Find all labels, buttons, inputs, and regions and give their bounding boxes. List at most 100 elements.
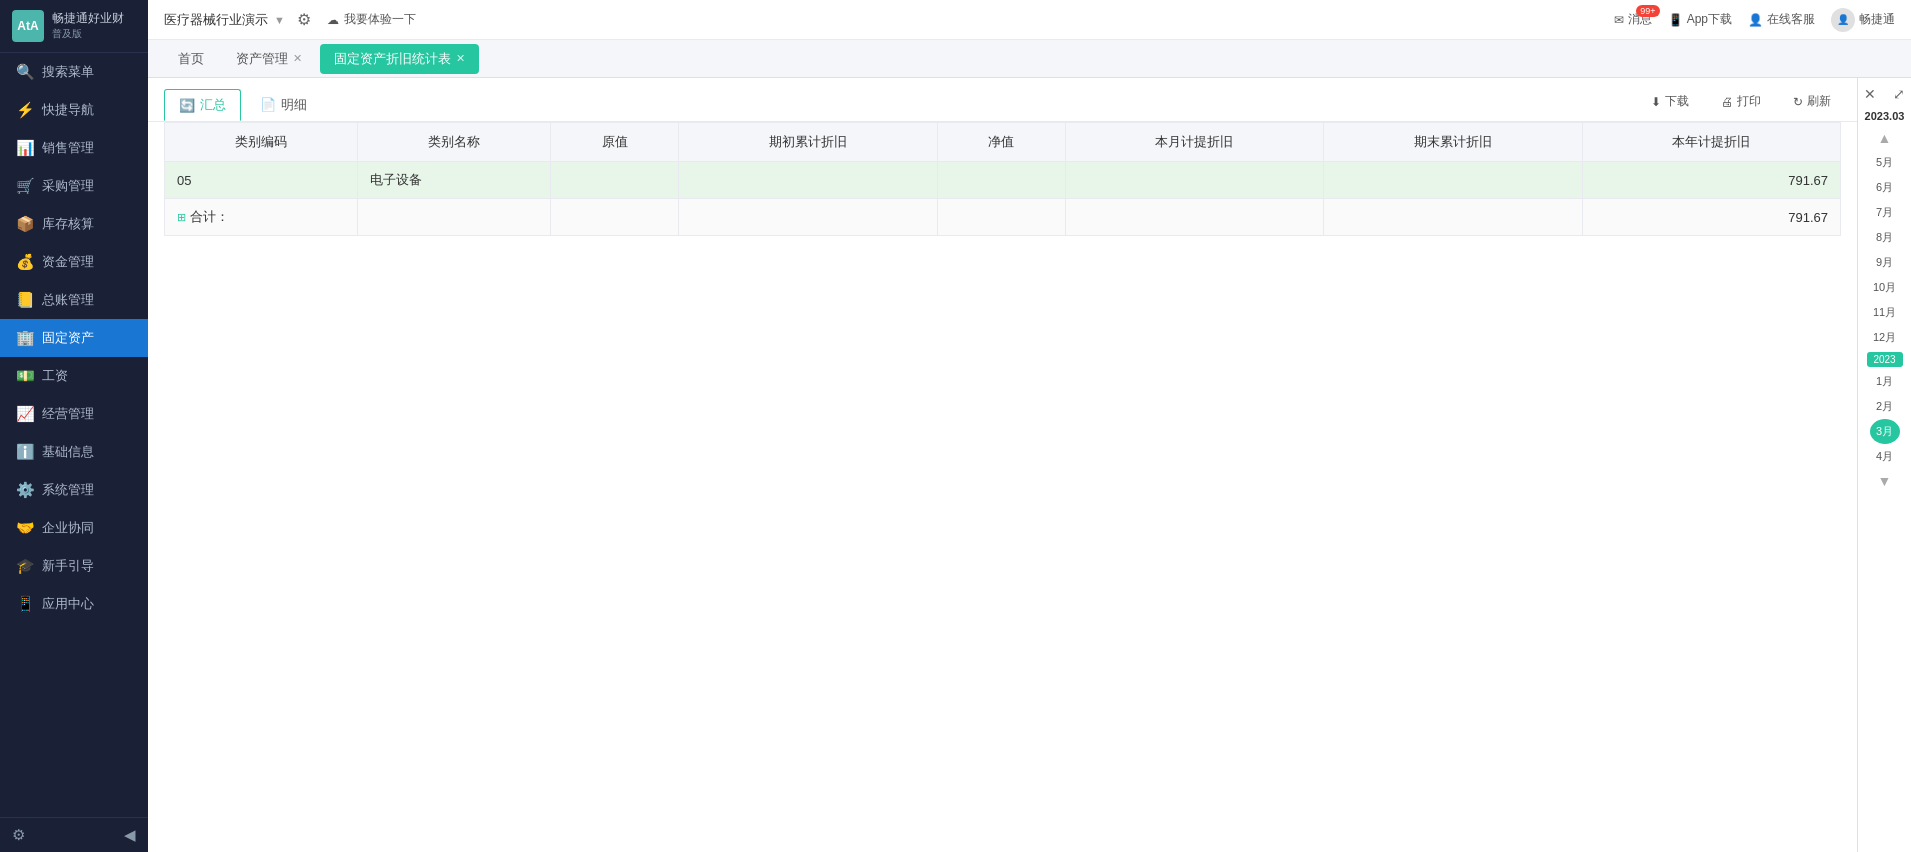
sidebar-item-app-center[interactable]: 📱 应用中心 <box>0 585 148 623</box>
sidebar-item-ledger[interactable]: 📒总账管理 <box>0 281 148 319</box>
tab-close-depreciation[interactable]: ✕ <box>456 52 465 65</box>
panel-close-icon[interactable]: ✕ <box>1864 86 1876 102</box>
month-item[interactable]: 1月 <box>1870 369 1900 394</box>
print-button[interactable]: 🖨 打印 <box>1711 88 1771 115</box>
month-item[interactable]: 12月 <box>1871 325 1898 350</box>
row-category-name: 电子设备 <box>358 162 551 199</box>
sidebar-item-funds[interactable]: 💰资金管理 <box>0 243 148 281</box>
summary-tab-label: 汇总 <box>200 96 226 114</box>
refresh-label: 刷新 <box>1807 93 1831 110</box>
funds-icon: 💰 <box>16 253 34 271</box>
sidebar-item-sales[interactable]: 📊销售管理 <box>0 129 148 167</box>
detail-tab-label: 明细 <box>281 96 307 114</box>
month-scroll-down[interactable]: ▼ <box>1874 469 1896 493</box>
sidebar-label-app-center: 应用中心 <box>42 595 94 613</box>
col-monthly-depr: 本月计提折旧 <box>1065 123 1323 162</box>
tabs-bar: 首页资产管理✕固定资产折旧统计表✕ <box>148 40 1911 78</box>
tab-asset-mgmt[interactable]: 资产管理✕ <box>222 44 316 74</box>
sidebar-label-fixed-assets: 固定资产 <box>42 329 94 347</box>
refresh-button[interactable]: ↻ 刷新 <box>1783 88 1841 115</box>
sidebar-label-cooperation: 企业协同 <box>42 519 94 537</box>
row-category-code: 05 <box>165 162 358 199</box>
tab-summary[interactable]: 🔄 汇总 <box>164 89 241 121</box>
user-menu[interactable]: 👤 畅捷通 <box>1831 8 1895 32</box>
panel-expand-icon[interactable]: ⤢ <box>1893 86 1905 102</box>
sidebar-item-search[interactable]: 🔍搜索菜单 <box>0 53 148 91</box>
service-icon: 👤 <box>1748 13 1763 27</box>
right-panel-header: ✕ ⤢ <box>1858 82 1911 106</box>
topbar-settings-icon[interactable]: ⚙ <box>297 10 311 29</box>
sidebar-item-guide[interactable]: 🎓新手引导 <box>0 547 148 585</box>
sidebar-item-system[interactable]: ⚙️系统管理 <box>0 471 148 509</box>
row-yearly-depr: 791.67 <box>1582 162 1840 199</box>
sidebar-label-basic-info: 基础信息 <box>42 443 94 461</box>
row-original-value <box>551 162 679 199</box>
month-item[interactable]: 4月 <box>1870 444 1900 469</box>
app-version: 普及版 <box>52 27 124 41</box>
sidebar-item-business[interactable]: 📈经营管理 <box>0 395 148 433</box>
table-wrapper: 类别编码 类别名称 原值 期初累计折旧 净值 本月计提折旧 期末累计折旧 本年计… <box>148 122 1857 236</box>
sidebar-item-purchase[interactable]: 🛒 采购管理 <box>0 167 148 205</box>
sidebar-label-search: 搜索菜单 <box>42 63 94 81</box>
sidebar-item-payroll[interactable]: 💵工资 <box>0 357 148 395</box>
messages-badge: 99+ <box>1636 5 1659 17</box>
app-download-button[interactable]: 📱 App下载 <box>1668 11 1732 28</box>
user-avatar: 👤 <box>1831 8 1855 32</box>
customer-service-button[interactable]: 👤 在线客服 <box>1748 11 1815 28</box>
tab-close-asset-mgmt[interactable]: ✕ <box>293 52 302 65</box>
month-item[interactable]: 2月 <box>1870 394 1900 419</box>
print-label: 打印 <box>1737 93 1761 110</box>
col-yearly-depr: 本年计提折旧 <box>1582 123 1840 162</box>
app-download-label: App下载 <box>1687 11 1732 28</box>
month-scroll-up[interactable]: ▲ <box>1874 126 1896 150</box>
panel-year-label: 2023.03 <box>1858 106 1911 126</box>
download-button[interactable]: ⬇ 下载 <box>1641 88 1699 115</box>
sidebar-label-system: 系统管理 <box>42 481 94 499</box>
tab-label-home: 首页 <box>178 50 204 68</box>
month-item[interactable]: 7月 <box>1871 200 1898 225</box>
sidebar-item-basic-info[interactable]: ℹ️基础信息 <box>0 433 148 471</box>
row-monthly-depr <box>1065 162 1323 199</box>
app-center-icon: 📱 <box>16 595 34 613</box>
company-name: 医疗器械行业演示 <box>164 11 268 29</box>
experience-label: 我要体验一下 <box>344 11 416 28</box>
table-row: 05 电子设备 791.67 <box>165 162 1841 199</box>
tab-home[interactable]: 首页 <box>164 44 218 74</box>
sidebar-item-fixed-assets[interactable]: 🏢 固定资产 <box>0 319 148 357</box>
month-item[interactable]: 3月 <box>1870 419 1900 444</box>
depreciation-table: 类别编码 类别名称 原值 期初累计折旧 净值 本月计提折旧 期末累计折旧 本年计… <box>164 122 1841 236</box>
collapse-icon[interactable]: ◀ <box>124 826 136 844</box>
sidebar-item-inventory[interactable]: 📦库存核算 <box>0 205 148 243</box>
tab-depreciation[interactable]: 固定资产折旧统计表✕ <box>320 44 479 74</box>
col-category-name: 类别名称 <box>358 123 551 162</box>
month-item[interactable]: 9月 <box>1871 250 1898 275</box>
messages-button[interactable]: ✉ 消息 99+ <box>1614 11 1652 28</box>
business-icon: 📈 <box>16 405 34 423</box>
sidebar-label-purchase: 采购管理 <box>42 177 94 195</box>
month-item[interactable]: 10月 <box>1871 275 1898 300</box>
row-accum-depr-begin <box>679 162 937 199</box>
sidebar-item-cooperation[interactable]: 🤝企业协同 <box>0 509 148 547</box>
tab-detail[interactable]: 📄 明细 <box>245 89 322 121</box>
company-selector[interactable]: 医疗器械行业演示 ▼ <box>164 11 285 29</box>
ledger-icon: 📒 <box>16 291 34 309</box>
sidebar-item-quick-nav[interactable]: ⚡快捷导航 <box>0 91 148 129</box>
month-item[interactable]: 5月 <box>1871 150 1898 175</box>
table-total-row: ⊞ 合计： 791.67 <box>165 199 1841 236</box>
total-icon: ⊞ <box>177 211 186 223</box>
purchase-icon: 🛒 <box>16 177 34 195</box>
payroll-icon: 💵 <box>16 367 34 385</box>
sub-tabs: 🔄 汇总 📄 明细 ⬇ 下载 🖨 打印 <box>148 78 1857 122</box>
month-scroll[interactable]: ▲ 5月6月7月8月9月10月11月12月 2023 1月2月3月4月 ▼ <box>1858 126 1911 852</box>
fixed-assets-icon: 🏢 <box>16 329 34 347</box>
month-item[interactable]: 11月 <box>1871 300 1898 325</box>
message-icon: ✉ <box>1614 13 1624 27</box>
inventory-icon: 📦 <box>16 215 34 233</box>
sidebar-label-quick-nav: 快捷导航 <box>42 101 94 119</box>
experience-button[interactable]: ☁ 我要体验一下 <box>327 11 416 28</box>
year-badge: 2023 <box>1867 352 1903 367</box>
month-item[interactable]: 8月 <box>1871 225 1898 250</box>
month-item[interactable]: 6月 <box>1871 175 1898 200</box>
col-accum-depr-end: 期末累计折旧 <box>1324 123 1582 162</box>
settings-icon[interactable]: ⚙ <box>12 826 25 844</box>
